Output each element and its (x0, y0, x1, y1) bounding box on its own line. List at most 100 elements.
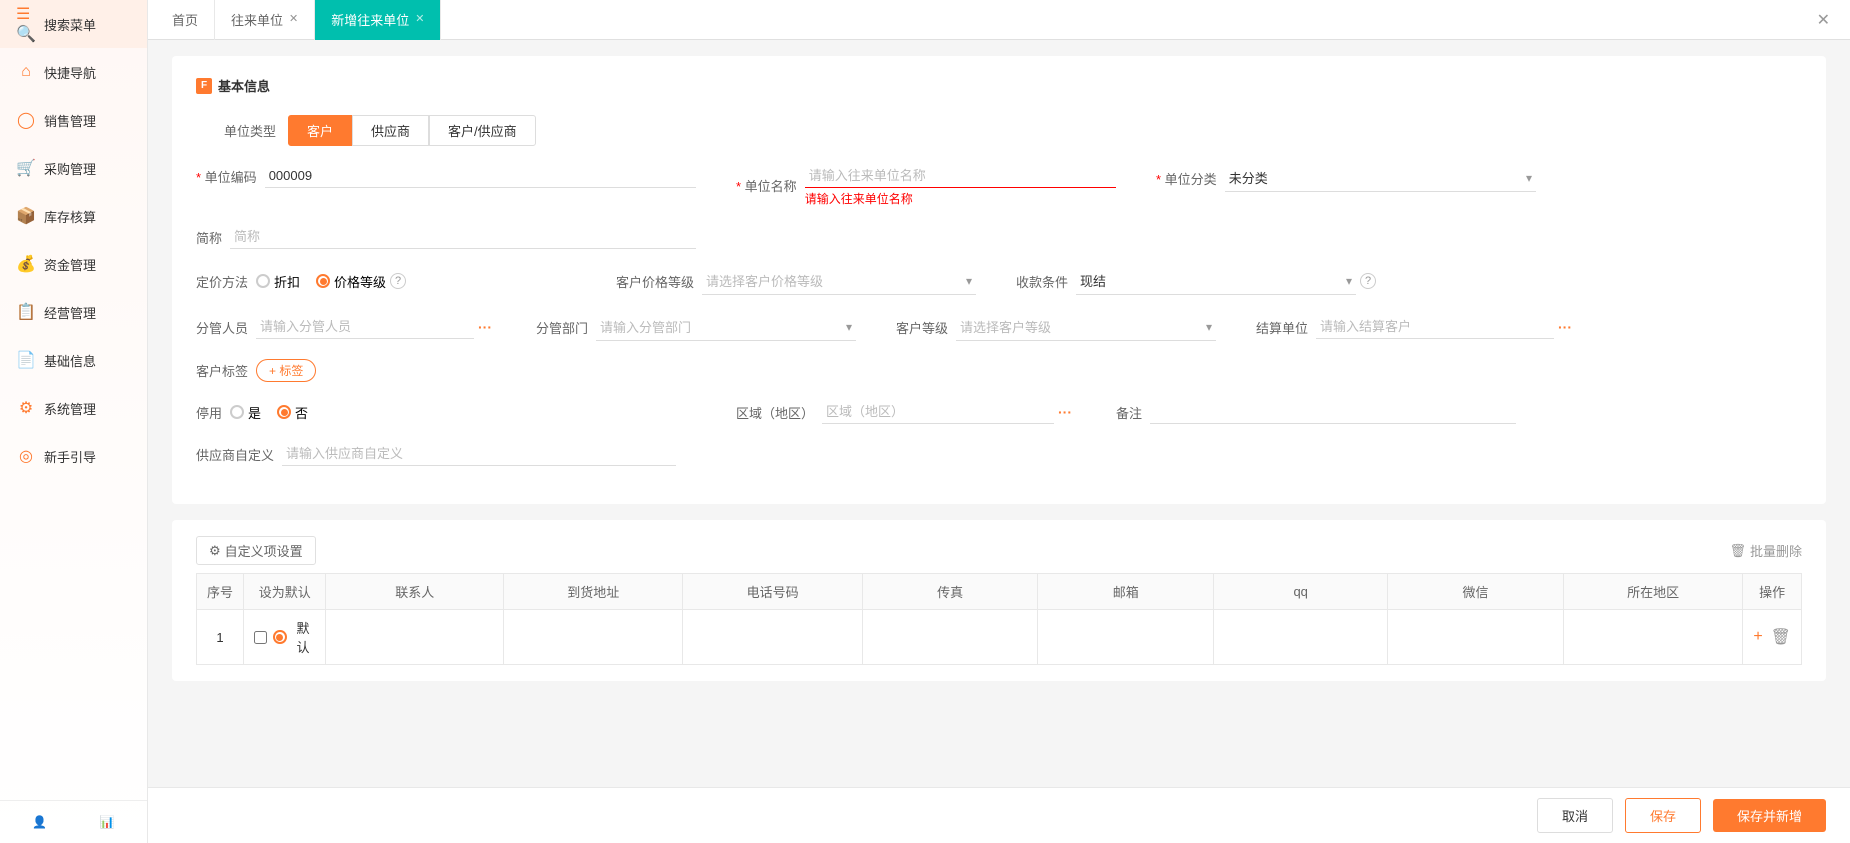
disabled-no-radio[interactable] (277, 405, 291, 419)
pricing-discount-option[interactable]: 折扣 (256, 272, 300, 291)
cell-actions: + 🗑 (1743, 610, 1802, 665)
sidebar-item-label: 采购管理 (44, 159, 96, 178)
basic-info-icon: 📄 (16, 350, 36, 370)
settlement-unit-input[interactable] (1316, 315, 1554, 339)
main-area: 首页 往来单位 ✕ 新增往来单位 ✕ ✕ F 基本信息 单位类型 客户 供应商 … (148, 0, 1850, 843)
customer-price-level-placeholder[interactable]: 请选择客户价格等级 (702, 267, 976, 295)
tab-partner-list-close[interactable]: ✕ (289, 14, 298, 25)
sidebar-item-quicknav[interactable]: ⌂ 快捷导航 (0, 48, 147, 96)
sidebar-item-guide[interactable]: ◎ 新手引导 (0, 432, 147, 480)
unit-type-supplier-btn[interactable]: 供应商 (352, 115, 429, 146)
short-name-input[interactable] (230, 225, 696, 249)
manager-input[interactable] (256, 315, 474, 339)
close-all-tabs[interactable]: ✕ (1805, 10, 1842, 30)
pricing-discount-radio[interactable] (256, 274, 270, 288)
field-unit-category: 单位分类 未分类 (1156, 164, 1536, 192)
remark-label: 备注 (1116, 403, 1142, 422)
batch-delete-button[interactable]: 🗑 批量删除 (1729, 541, 1802, 560)
cell-phone[interactable] (683, 610, 862, 665)
tab-new-partner-close[interactable]: ✕ (415, 14, 424, 25)
tab-partner-list[interactable]: 往来单位 ✕ (215, 0, 315, 40)
sidebar-item-basic-info[interactable]: 📄 基础信息 (0, 336, 147, 384)
pricing-level-radio[interactable] (316, 274, 330, 288)
section-title-text: 基本信息 (218, 76, 270, 95)
sidebar-item-search[interactable]: ☰🔍 搜索菜单 (0, 0, 147, 48)
cell-address[interactable] (504, 610, 683, 665)
supplier-custom-input[interactable] (282, 442, 676, 466)
row-checkbox[interactable] (254, 631, 267, 644)
sidebar-footer-stats[interactable]: 📊 (76, 809, 140, 835)
cancel-button[interactable]: 取消 (1537, 798, 1613, 833)
unit-type-both-btn[interactable]: 客户/供应商 (429, 115, 536, 146)
pricing-help-icon[interactable]: ? (390, 273, 406, 289)
sidebar-item-inventory[interactable]: 📦 库存核算 (0, 192, 147, 240)
save-button[interactable]: 保存 (1625, 798, 1701, 833)
remark-input[interactable] (1150, 400, 1516, 424)
add-tag-button[interactable]: + 标签 (256, 359, 316, 382)
add-row-btn[interactable]: + (1753, 628, 1762, 646)
sidebar-item-label: 系统管理 (44, 399, 96, 418)
finance-icon: 💰 (16, 254, 36, 274)
customer-level-label: 客户等级 (896, 318, 948, 337)
cell-fax[interactable] (862, 610, 1038, 665)
delete-row-btn[interactable]: 🗑 (1771, 627, 1791, 647)
pricing-method-label: 定价方法 (196, 272, 248, 291)
disabled-yes-option[interactable]: 是 (230, 403, 261, 422)
col-index: 序号 (197, 574, 244, 610)
disabled-label: 停用 (196, 403, 222, 422)
search-menu-icon: ☰🔍 (16, 14, 36, 34)
phone-input[interactable] (693, 630, 851, 645)
sidebar-item-finance[interactable]: 💰 资金管理 (0, 240, 147, 288)
sidebar-item-purchase[interactable]: 🛒 采购管理 (0, 144, 147, 192)
field-region: 区域（地区） ··· (736, 400, 1076, 424)
sidebar-item-operations[interactable]: 📋 经营管理 (0, 288, 147, 336)
tab-new-partner[interactable]: 新增往来单位 ✕ (315, 0, 441, 40)
default-radio-item[interactable]: 默认 (273, 618, 315, 656)
row-region-input[interactable] (1574, 630, 1732, 645)
col-fax: 传真 (862, 574, 1038, 610)
contact-input[interactable] (336, 630, 493, 645)
department-placeholder[interactable]: 请输入分管部门 (596, 313, 856, 341)
field-disabled: 停用 是 否 (196, 403, 696, 422)
cell-wechat[interactable] (1388, 610, 1564, 665)
sidebar-item-system[interactable]: ⚙ 系统管理 (0, 384, 147, 432)
region-input[interactable] (822, 400, 1054, 424)
cell-checkbox: 默认 (244, 610, 326, 665)
cell-qq[interactable] (1214, 610, 1388, 665)
disabled-yes-label: 是 (248, 403, 261, 422)
tab-home[interactable]: 首页 (156, 0, 215, 40)
cell-contact[interactable] (326, 610, 504, 665)
save-and-new-button[interactable]: 保存并新增 (1713, 799, 1826, 832)
fax-input[interactable] (873, 630, 1028, 645)
wechat-input[interactable] (1398, 630, 1553, 645)
unit-code-input[interactable] (265, 164, 696, 188)
sidebar-footer-user[interactable]: 👤 (8, 809, 72, 835)
field-payment-terms: 收款条件 现结 ? (1016, 267, 1376, 295)
table-header-row: 序号 设为默认 联系人 到货地址 电话号码 传真 邮箱 qq 微信 所在地区 操… (197, 574, 1802, 610)
contact-table: 序号 设为默认 联系人 到货地址 电话号码 传真 邮箱 qq 微信 所在地区 操… (196, 573, 1802, 665)
pricing-level-label: 价格等级 (334, 272, 386, 291)
disabled-yes-radio[interactable] (230, 405, 244, 419)
unit-name-input[interactable] (805, 164, 1116, 188)
sidebar-item-sales[interactable]: ◯ 销售管理 (0, 96, 147, 144)
cell-region[interactable] (1563, 610, 1742, 665)
pricing-level-option[interactable]: 价格等级 (316, 272, 386, 291)
customer-level-placeholder[interactable]: 请选择客户等级 (956, 313, 1216, 341)
field-unit-name: 单位名称 请输入往来单位名称 (736, 164, 1116, 207)
disabled-no-option[interactable]: 否 (277, 403, 308, 422)
payment-terms-help-icon[interactable]: ? (1360, 273, 1376, 289)
custom-settings-button[interactable]: ⚙ 自定义项设置 (196, 536, 316, 565)
unit-category-value[interactable]: 未分类 (1225, 164, 1536, 192)
col-contact: 联系人 (326, 574, 504, 610)
email-input[interactable] (1048, 630, 1203, 645)
field-customer-tag: 客户标签 + 标签 (196, 359, 696, 382)
manager-more-btn[interactable]: ··· (474, 319, 496, 335)
region-more-btn[interactable]: ··· (1054, 404, 1076, 420)
default-radio[interactable] (273, 630, 287, 644)
qq-input[interactable] (1224, 630, 1377, 645)
settlement-unit-more-btn[interactable]: ··· (1554, 319, 1576, 335)
address-input[interactable] (514, 630, 672, 645)
payment-terms-value[interactable]: 现结 (1076, 267, 1356, 295)
unit-type-customer-btn[interactable]: 客户 (288, 115, 352, 146)
cell-email[interactable] (1038, 610, 1214, 665)
